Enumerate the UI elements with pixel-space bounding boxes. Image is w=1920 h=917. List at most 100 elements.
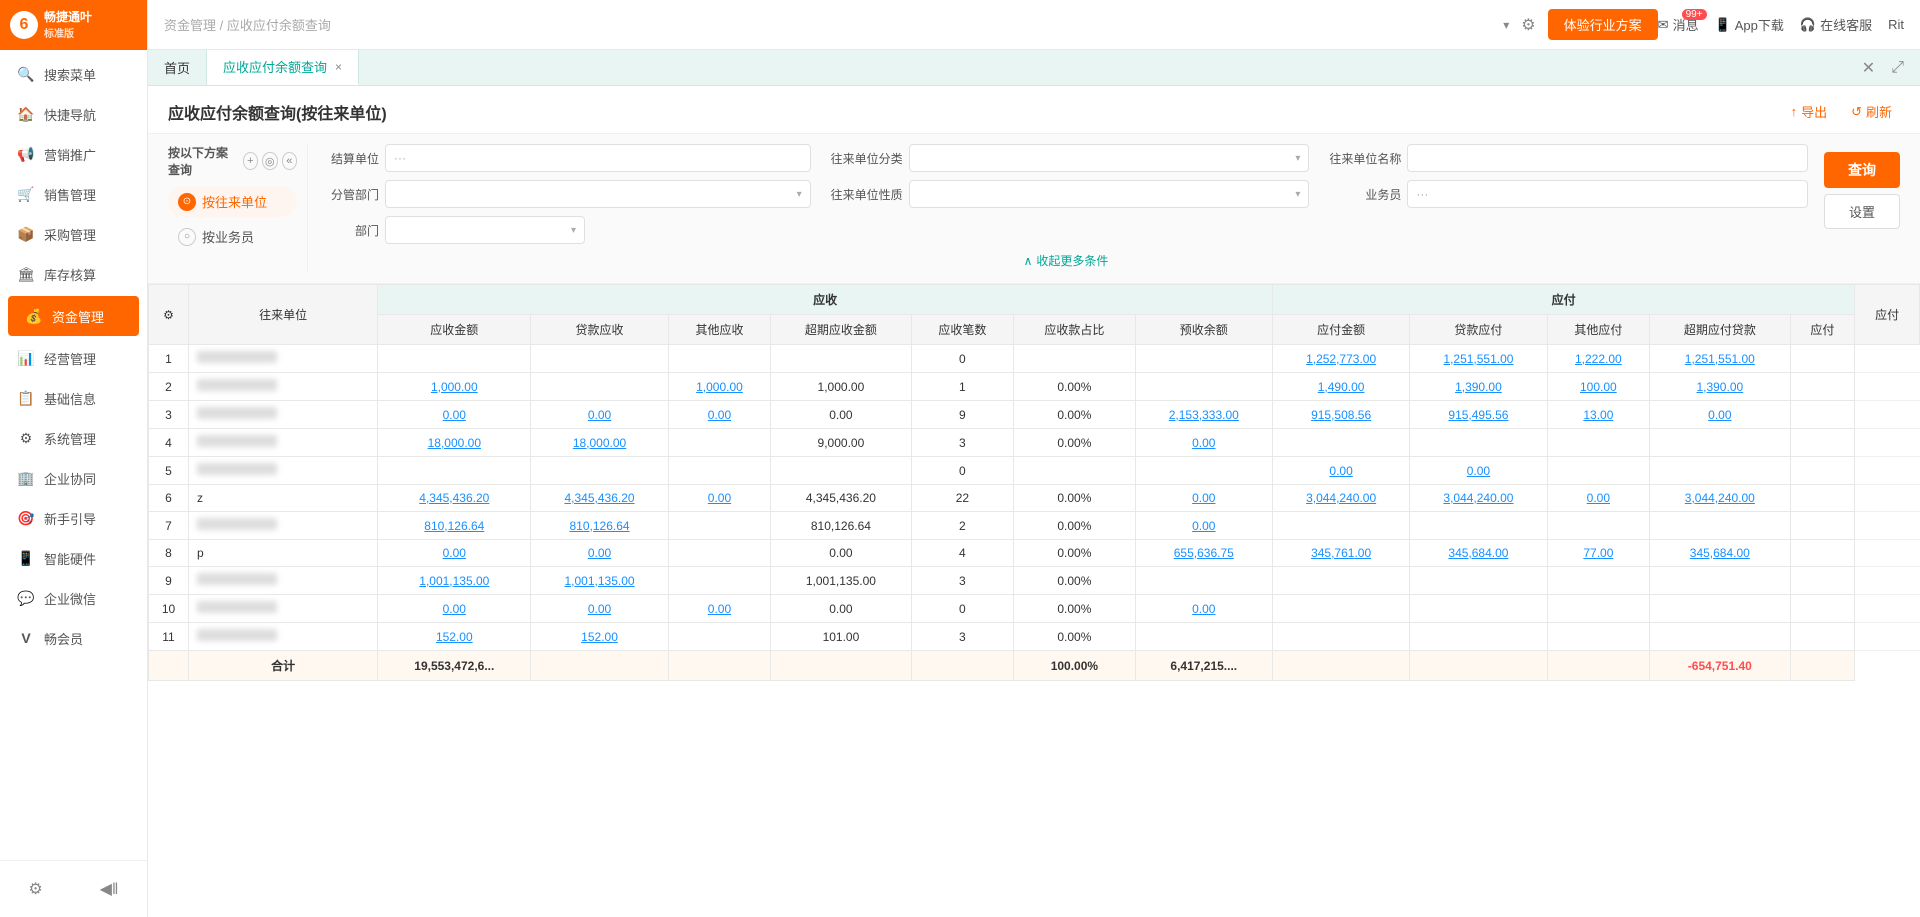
app-download-button[interactable]: 📱 App下载 (1715, 15, 1784, 34)
header-gear-icon[interactable]: ⚙ (1521, 15, 1535, 35)
message-button[interactable]: ✉ 消息 99+ (1658, 15, 1699, 34)
sidebar-item-enterprise[interactable]: 🏢 企业协同 (0, 458, 147, 498)
row-ar-amount[interactable]: 4,345,436.20 (378, 485, 531, 512)
sidebar-item-operation[interactable]: 📊 经营管理 (0, 338, 147, 378)
row-prepay[interactable]: 0.00 (1135, 512, 1272, 540)
sidebar-item-wechat[interactable]: 💬 企业微信 (0, 578, 147, 618)
row-ap-amount[interactable]: 915,508.56 (1272, 401, 1409, 429)
row-ar-amount[interactable]: 1,001,135.00 (378, 567, 531, 595)
add-filter-btn[interactable]: + (243, 152, 258, 170)
row-loan-ar[interactable]: 152.00 (531, 623, 668, 651)
user-avatar[interactable]: Rit (1888, 17, 1904, 32)
row-loan-ap[interactable]: 1,390.00 (1410, 373, 1547, 401)
sidebar-item-purchase[interactable]: 📦 采购管理 (0, 214, 147, 254)
row-ar-amount[interactable]: 810,126.64 (378, 512, 531, 540)
row-ap-amount[interactable]: 3,044,240.00 (1272, 485, 1409, 512)
tab-ar-ap[interactable]: 应收应付余额查询 × (207, 50, 359, 85)
row-prepay[interactable]: 655,636.75 (1135, 540, 1272, 567)
collapse-filter-btn[interactable]: ∧ 收起更多条件 (324, 248, 1808, 273)
query-button[interactable]: 查询 (1824, 152, 1900, 188)
row-prepay[interactable]: 0.00 (1135, 485, 1272, 512)
dept-mgr-select[interactable]: ▾ (385, 180, 811, 208)
row-other-ap[interactable]: 100.00 (1547, 373, 1650, 401)
partner-name-input[interactable] (1407, 144, 1808, 172)
salesman-input[interactable]: ··· (1407, 180, 1808, 208)
sidebar-item-search-menu[interactable]: 🔍 搜索菜单 (0, 54, 147, 94)
row-ap-amount[interactable]: 1,252,773.00 (1272, 345, 1409, 373)
filter-target-btn[interactable]: ◎ (262, 152, 277, 170)
sidebar-item-marketing[interactable]: 📢 营销推广 (0, 134, 147, 174)
row-overdue-ap[interactable]: 3,044,240.00 (1650, 485, 1790, 512)
row-loan-ar[interactable]: 0.00 (531, 401, 668, 429)
category-select[interactable]: ▾ (909, 144, 1310, 172)
sidebar-settings-btn[interactable]: ⚙ (20, 871, 50, 907)
sidebar-item-system[interactable]: ⚙ 系统管理 (0, 418, 147, 458)
sidebar-item-basic[interactable]: 📋 基础信息 (0, 378, 147, 418)
row-other-ar[interactable]: 0.00 (668, 401, 771, 429)
filter-collapse-left-btn[interactable]: « (282, 152, 297, 170)
row-loan-ar[interactable]: 1,001,135.00 (531, 567, 668, 595)
row-other-ar[interactable]: 0.00 (668, 595, 771, 623)
footer-ar-amount[interactable]: 19,553,472,6... (378, 651, 531, 681)
row-ap-amount[interactable]: 345,761.00 (1272, 540, 1409, 567)
window-expand-icon[interactable]: ⤢ (1887, 55, 1908, 81)
query-type-by-partner[interactable]: ⊙ 按往来单位 (168, 186, 297, 217)
row-loan-ar[interactable]: 0.00 (531, 540, 668, 567)
row-ar-amount[interactable]: 18,000.00 (378, 429, 531, 457)
table-settings-icon[interactable]: ⚙ (163, 308, 174, 322)
sidebar-item-hardware[interactable]: 📱 智能硬件 (0, 538, 147, 578)
service-button[interactable]: 🎧 在线客服 (1800, 15, 1872, 34)
row-loan-ar[interactable]: 4,345,436.20 (531, 485, 668, 512)
row-prepay[interactable]: 2,153,333.00 (1135, 401, 1272, 429)
row-other-ap[interactable]: 1,222.00 (1547, 345, 1650, 373)
sidebar-item-capital[interactable]: 💰 资金管理 (8, 296, 139, 336)
row-overdue-ap[interactable]: 345,684.00 (1650, 540, 1790, 567)
row-ap-amount[interactable]: 0.00 (1272, 457, 1409, 485)
sidebar-item-quick-nav[interactable]: 🏠 快捷导航 (0, 94, 147, 134)
row-loan-ap[interactable]: 1,251,551.00 (1410, 345, 1547, 373)
setting-button[interactable]: 设置 (1824, 194, 1900, 229)
row-other-ap[interactable]: 77.00 (1547, 540, 1650, 567)
window-close-icon[interactable]: ✕ (1858, 54, 1879, 82)
breadcrumb-chevron-icon[interactable]: ▾ (1503, 18, 1509, 32)
row-overdue-ap[interactable]: 1,390.00 (1650, 373, 1790, 401)
row-loan-ap[interactable]: 0.00 (1410, 457, 1547, 485)
row-loan-ar[interactable]: 810,126.64 (531, 512, 668, 540)
tab-home[interactable]: 首页 (148, 50, 207, 85)
row-loan-ap[interactable]: 345,684.00 (1410, 540, 1547, 567)
filter-row-3: 部门 ▾ (324, 216, 1808, 244)
dept-select[interactable]: ▾ (385, 216, 585, 244)
footer-prepay[interactable]: 6,417,215.... (1135, 651, 1272, 681)
row-ar-amount[interactable]: 152.00 (378, 623, 531, 651)
row-other-ar[interactable]: 0.00 (668, 485, 771, 512)
tab-close-icon[interactable]: × (335, 60, 342, 74)
row-ar-amount[interactable]: 1,000.00 (378, 373, 531, 401)
refresh-button[interactable]: ↺ 刷新 (1843, 98, 1900, 125)
sidebar-item-sales[interactable]: 🛒 销售管理 (0, 174, 147, 214)
row-overdue-ap[interactable]: 1,251,551.00 (1650, 345, 1790, 373)
solution-button[interactable]: 体验行业方案 (1548, 9, 1658, 40)
row-ar-amount[interactable]: 0.00 (378, 401, 531, 429)
row-loan-ap[interactable]: 915,495.56 (1410, 401, 1547, 429)
partner-nature-select[interactable]: ▾ (909, 180, 1310, 208)
row-ar-amount[interactable]: 0.00 (378, 595, 531, 623)
row-loan-ar[interactable]: 0.00 (531, 595, 668, 623)
row-ap-amount[interactable]: 1,490.00 (1272, 373, 1409, 401)
query-type-by-salesman[interactable]: ○ 按业务员 (168, 221, 297, 252)
row-prepay[interactable]: 0.00 (1135, 429, 1272, 457)
row-ar-amount[interactable]: 0.00 (378, 540, 531, 567)
row-loan-ap[interactable]: 3,044,240.00 (1410, 485, 1547, 512)
sidebar-collapse-btn[interactable]: ◀‖ (92, 871, 127, 907)
marketing-icon: 📢 (16, 144, 36, 164)
row-prepay[interactable]: 0.00 (1135, 595, 1272, 623)
export-button[interactable]: ↑ 导出 (1783, 98, 1836, 125)
row-other-ar[interactable]: 1,000.00 (668, 373, 771, 401)
row-loan-ar[interactable]: 18,000.00 (531, 429, 668, 457)
settlement-input[interactable]: ··· (385, 144, 811, 172)
sidebar-item-inventory[interactable]: 🏛 库存核算 (0, 254, 147, 294)
row-other-ap[interactable]: 0.00 (1547, 485, 1650, 512)
row-overdue-ap[interactable]: 0.00 (1650, 401, 1790, 429)
row-other-ap[interactable]: 13.00 (1547, 401, 1650, 429)
sidebar-item-guide[interactable]: 🎯 新手引导 (0, 498, 147, 538)
sidebar-item-member[interactable]: V 畅会员 (0, 618, 147, 658)
